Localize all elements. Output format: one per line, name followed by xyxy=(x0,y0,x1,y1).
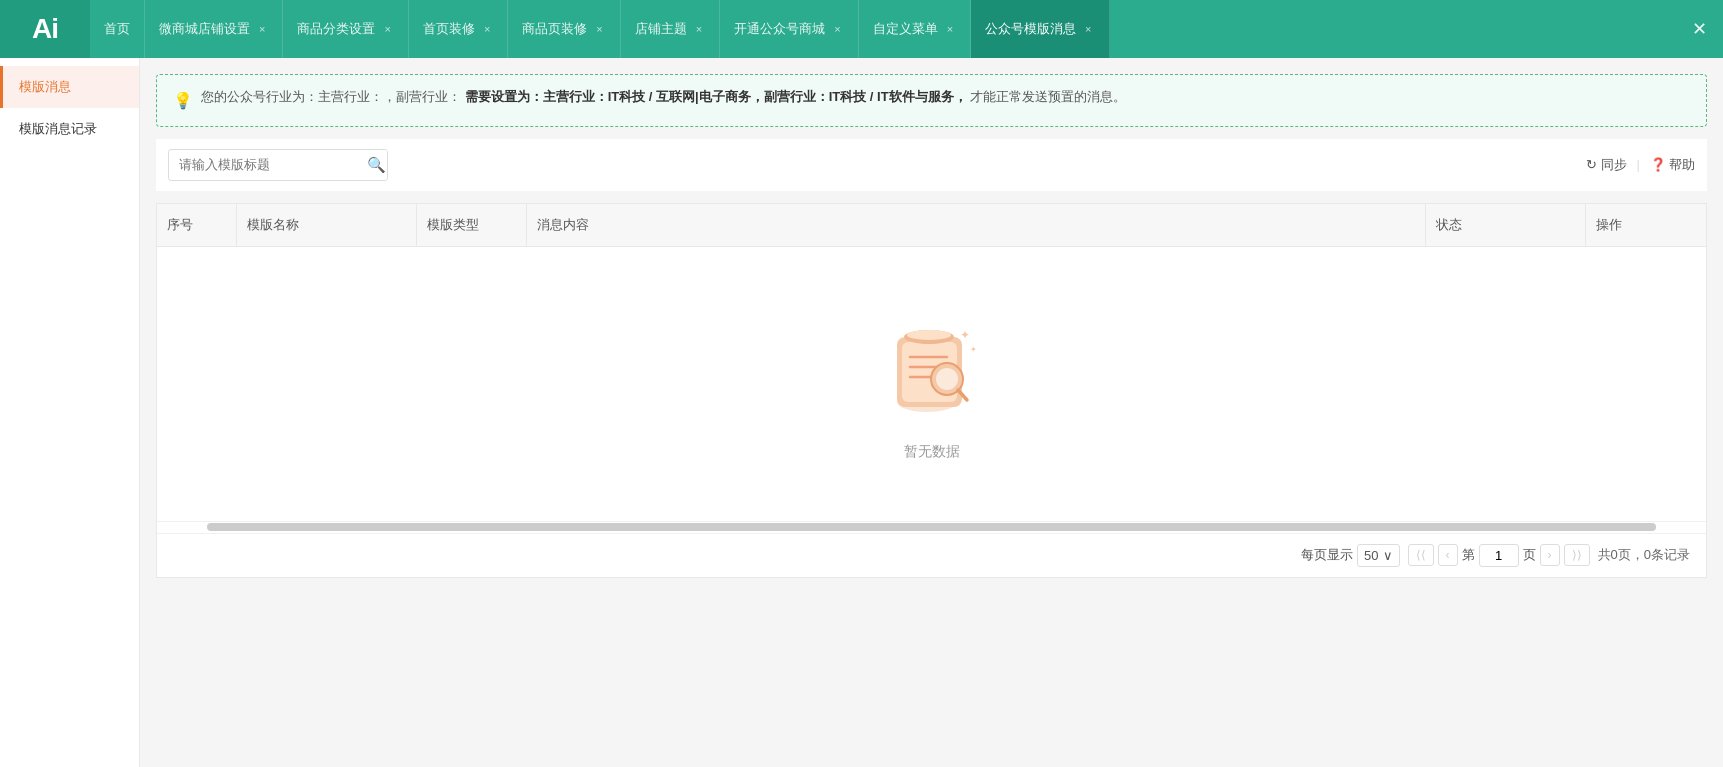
nav-tabs: 首页微商城店铺设置×商品分类设置×首页装修×商品页装修×店铺主题×开通公众号商城… xyxy=(90,0,1676,58)
close-tab-button[interactable]: × xyxy=(593,22,605,36)
svg-text:✦: ✦ xyxy=(970,345,977,354)
table-header-模版类型: 模版类型 xyxy=(417,204,527,246)
top-nav: Ai 首页微商城店铺设置×商品分类设置×首页装修×商品页装修×店铺主题×开通公众… xyxy=(0,0,1723,58)
close-tab-button[interactable]: × xyxy=(481,22,493,36)
svg-text:✦: ✦ xyxy=(960,328,970,342)
close-tab-button[interactable]: × xyxy=(693,22,705,36)
close-tab-button[interactable]: × xyxy=(944,22,956,36)
prev-page-button[interactable]: ‹ xyxy=(1438,544,1458,566)
content-area: 💡 您的公众号行业为：主营行业：，副营行业： 需要设置为：主营行业：IT科技 /… xyxy=(140,58,1723,767)
empty-state: ✦ ✦ 暂无数据 xyxy=(157,247,1706,521)
page-navigation: ⟨⟨ ‹ 第 页 › ⟩⟩ xyxy=(1408,544,1590,567)
nav-tab-公众号模版消息[interactable]: 公众号模版消息× xyxy=(971,0,1109,58)
svg-point-10 xyxy=(907,330,951,340)
search-button[interactable]: 🔍 xyxy=(357,150,388,180)
app-logo: Ai xyxy=(0,0,90,58)
table-header-消息内容: 消息内容 xyxy=(527,204,1426,246)
sidebar-item-模版消息记录[interactable]: 模版消息记录 xyxy=(0,108,139,150)
nav-tab-首页装修[interactable]: 首页装修× xyxy=(409,0,508,58)
table-container: 序号模版名称模版类型消息内容状态操作 xyxy=(156,203,1707,578)
search-box: 🔍 xyxy=(168,149,388,181)
horizontal-scrollbar[interactable] xyxy=(157,521,1706,533)
nav-tab-自定义菜单[interactable]: 自定义菜单× xyxy=(859,0,971,58)
chevron-down-icon: ∨ xyxy=(1383,548,1393,563)
toolbar-divider: | xyxy=(1637,157,1640,172)
toolbar-right: ↻ 同步 | ❓ 帮助 xyxy=(1586,156,1695,174)
notice-text: 您的公众号行业为：主营行业：，副营行业： 需要设置为：主营行业：IT科技 / 互… xyxy=(201,87,1126,108)
sidebar-item-模版消息[interactable]: 模版消息 xyxy=(0,66,139,108)
help-button[interactable]: ❓ 帮助 xyxy=(1650,156,1695,174)
close-all-button[interactable]: ✕ xyxy=(1676,0,1723,58)
nav-tab-商品分类设置[interactable]: 商品分类设置× xyxy=(283,0,408,58)
nav-tab-商品页装修[interactable]: 商品页装修× xyxy=(508,0,620,58)
help-icon: ❓ xyxy=(1650,157,1666,172)
close-tab-button[interactable]: × xyxy=(1082,22,1094,36)
search-input[interactable] xyxy=(169,151,357,178)
sidebar: 模版消息模版消息记录 xyxy=(0,58,140,767)
first-page-button[interactable]: ⟨⟨ xyxy=(1408,544,1434,566)
table-header: 序号模版名称模版类型消息内容状态操作 xyxy=(157,204,1706,247)
page-size-selector: 每页显示 50 ∨ xyxy=(1301,544,1399,567)
total-info: 共0页，0条记录 xyxy=(1598,546,1690,564)
next-page-button[interactable]: › xyxy=(1540,544,1560,566)
sync-button[interactable]: ↻ 同步 xyxy=(1586,156,1627,174)
nav-tab-微商城店铺设置[interactable]: 微商城店铺设置× xyxy=(145,0,283,58)
svg-point-7 xyxy=(936,368,958,390)
toolbar: 🔍 ↻ 同步 | ❓ 帮助 xyxy=(156,139,1707,191)
nav-tab-首页[interactable]: 首页 xyxy=(90,0,145,58)
nav-tab-开通公众号商城[interactable]: 开通公众号商城× xyxy=(720,0,858,58)
empty-text: 暂无数据 xyxy=(904,443,960,461)
table-header-操作: 操作 xyxy=(1586,204,1706,246)
empty-icon: ✦ ✦ xyxy=(872,307,992,427)
table-header-状态: 状态 xyxy=(1426,204,1586,246)
close-tab-button[interactable]: × xyxy=(831,22,843,36)
table-header-模版名称: 模版名称 xyxy=(237,204,417,246)
pagination: 每页显示 50 ∨ ⟨⟨ ‹ 第 页 › ⟩⟩ 共0页，0条记录 xyxy=(157,533,1706,577)
close-tab-button[interactable]: × xyxy=(256,22,268,36)
last-page-button[interactable]: ⟩⟩ xyxy=(1564,544,1590,566)
notice-icon: 💡 xyxy=(173,88,193,114)
notice-banner: 💡 您的公众号行业为：主营行业：，副营行业： 需要设置为：主营行业：IT科技 /… xyxy=(156,74,1707,127)
nav-tab-店铺主题[interactable]: 店铺主题× xyxy=(621,0,720,58)
table-header-序号: 序号 xyxy=(157,204,237,246)
main-layout: 模版消息模版消息记录 💡 您的公众号行业为：主营行业：，副营行业： 需要设置为：… xyxy=(0,58,1723,767)
page-number-input[interactable] xyxy=(1479,544,1519,567)
sync-icon: ↻ xyxy=(1586,157,1597,172)
scrollbar-track xyxy=(207,523,1656,531)
page-size-dropdown[interactable]: 50 ∨ xyxy=(1357,544,1399,567)
close-tab-button[interactable]: × xyxy=(381,22,393,36)
